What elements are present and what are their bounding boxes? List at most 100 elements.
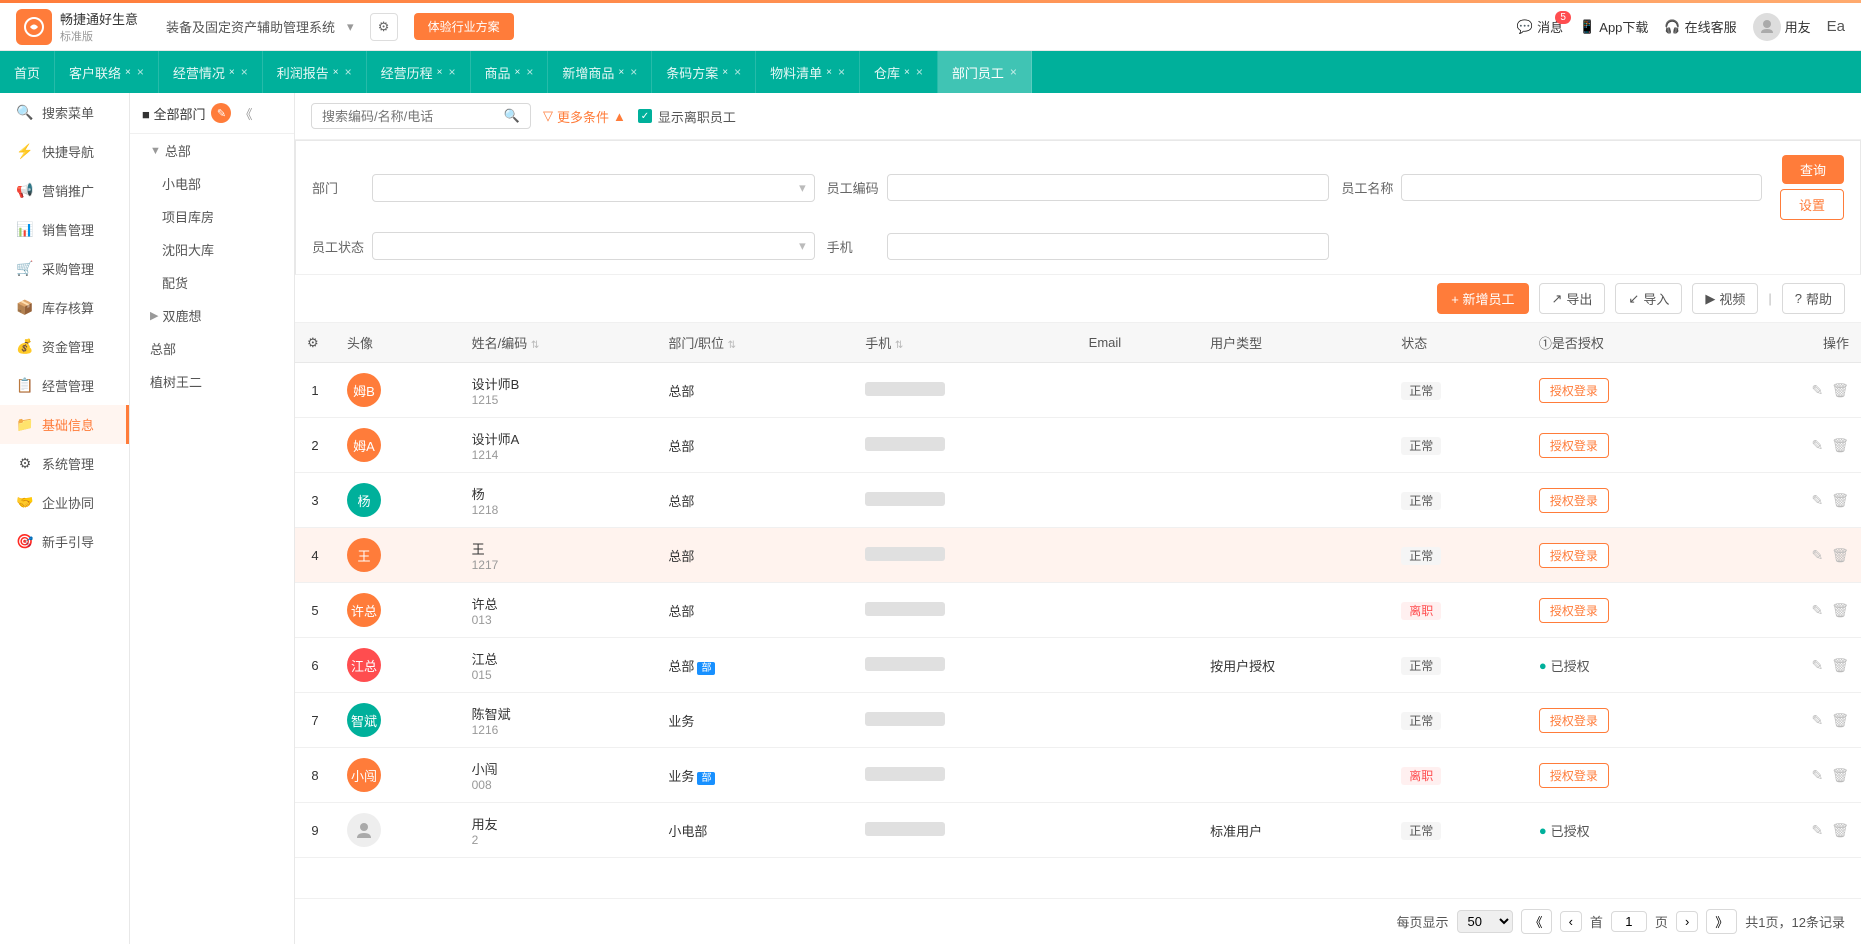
sidebar-item-企业协同[interactable]: 🤝企业协同 bbox=[0, 483, 129, 522]
query-btn[interactable]: 查询 bbox=[1782, 155, 1844, 184]
edit-btn[interactable]: ✎ bbox=[1811, 657, 1823, 674]
authorize-btn[interactable]: 授权登录 bbox=[1539, 488, 1609, 513]
nav-item-条码方案[interactable]: 条码方案 × × bbox=[652, 51, 756, 93]
sidebar-item-资金管理[interactable]: 💰资金管理 bbox=[0, 327, 129, 366]
delete-btn[interactable]: 🗑 bbox=[1831, 437, 1849, 454]
per-page-select[interactable]: 50 100 bbox=[1457, 910, 1513, 933]
first-page-btn[interactable]: 《 bbox=[1521, 909, 1552, 934]
edit-btn[interactable]: ✎ bbox=[1811, 822, 1823, 839]
edit-btn[interactable]: ✎ bbox=[1811, 712, 1823, 729]
dept-tree-item-shenyang[interactable]: 沈阳大库 bbox=[130, 233, 294, 266]
view-btn[interactable]: ▶ 视频 bbox=[1692, 283, 1758, 314]
delete-btn[interactable]: 🗑 bbox=[1831, 602, 1849, 619]
delete-btn[interactable]: 🗑 bbox=[1831, 492, 1849, 509]
edit-btn[interactable]: ✎ bbox=[1811, 492, 1823, 509]
edit-btn[interactable]: ✎ bbox=[1811, 767, 1823, 784]
import-btn[interactable]: ↙ 导入 bbox=[1615, 283, 1682, 314]
search-input[interactable] bbox=[322, 109, 498, 124]
show-resigned-checkbox[interactable]: ✓ bbox=[638, 109, 652, 123]
sidebar-item-新手引导[interactable]: 🎯新手引导 bbox=[0, 522, 129, 561]
nav-close-btn[interactable]: × bbox=[916, 65, 923, 79]
authorize-btn[interactable]: 授权登录 bbox=[1539, 598, 1609, 623]
prev-page-btn[interactable]: ‹ bbox=[1560, 911, 1582, 932]
sidebar-item-搜索菜单[interactable]: 🔍搜索菜单 bbox=[0, 93, 129, 132]
system-title-arrow[interactable]: ▾ bbox=[347, 19, 354, 35]
col-settings[interactable]: ⚙ bbox=[295, 323, 335, 363]
delete-btn[interactable]: 🗑 bbox=[1831, 547, 1849, 564]
nav-close-btn[interactable]: × bbox=[526, 65, 533, 79]
page-number-input[interactable] bbox=[1611, 911, 1647, 932]
filter-empstatus-select[interactable]: ▾ bbox=[372, 232, 815, 260]
nav-close-btn[interactable]: × bbox=[137, 65, 144, 79]
edit-btn[interactable]: ✎ bbox=[1811, 382, 1823, 399]
sidebar-item-销售管理[interactable]: 📊销售管理 bbox=[0, 210, 129, 249]
search-input-wrap[interactable]: 🔍 bbox=[311, 103, 531, 129]
next-page-btn[interactable]: › bbox=[1676, 911, 1698, 932]
online-service-btn[interactable]: 🎧 在线客服 bbox=[1664, 17, 1736, 36]
nav-item-部门员工[interactable]: 部门员工 × bbox=[938, 51, 1032, 93]
authorize-btn[interactable]: 授权登录 bbox=[1539, 433, 1609, 458]
nav-item-新增商品[interactable]: 新增商品 × × bbox=[548, 51, 652, 93]
nav-item-仓库[interactable]: 仓库 × × bbox=[860, 51, 938, 93]
nav-close-btn[interactable]: × bbox=[838, 65, 845, 79]
export-btn[interactable]: ↗ 导出 bbox=[1539, 283, 1606, 314]
dept-tree-item-zongbu-parent[interactable]: ▼ 总部 bbox=[130, 134, 294, 167]
app-download-btn[interactable]: 📱 App下载 bbox=[1579, 17, 1648, 36]
sidebar-item-基础信息[interactable]: 📁基础信息 bbox=[0, 405, 129, 444]
dept-edit-btn[interactable]: ✎ bbox=[211, 103, 231, 123]
authorize-btn[interactable]: 授权登录 bbox=[1539, 378, 1609, 403]
nav-close-btn[interactable]: × bbox=[1010, 65, 1017, 79]
col-name-code[interactable]: 姓名/编码 ⇅ bbox=[460, 323, 657, 363]
nav-item-经营历程[interactable]: 经营历程 × × bbox=[367, 51, 471, 93]
dept-tree-item-shuanglu[interactable]: ▶ 双鹿想 bbox=[130, 299, 294, 332]
settings-icon[interactable]: ⚙ bbox=[370, 13, 398, 41]
nav-close-btn[interactable]: × bbox=[345, 65, 352, 79]
filter-dept-select[interactable]: ▾ bbox=[372, 174, 815, 202]
filter-phone-input[interactable] bbox=[887, 233, 1330, 260]
dept-tree-item-zhishu[interactable]: 植树王二 bbox=[130, 365, 294, 398]
sidebar-item-经营管理[interactable]: 📋经营管理 bbox=[0, 366, 129, 405]
add-employee-btn[interactable]: + 新增员工 bbox=[1437, 283, 1528, 314]
sidebar-item-快捷导航[interactable]: ⚡快捷导航 bbox=[0, 132, 129, 171]
filter-empname-input[interactable] bbox=[1401, 174, 1762, 201]
nav-item-首页[interactable]: 首页 bbox=[0, 51, 55, 93]
show-resigned-wrap[interactable]: ✓ 显示离职员工 bbox=[638, 107, 736, 126]
dept-tree-item-zongbu2[interactable]: 总部 bbox=[130, 332, 294, 365]
nav-item-经营情况[interactable]: 经营情况 × × bbox=[159, 51, 263, 93]
dept-tree-item-peihuo[interactable]: 配货 bbox=[130, 266, 294, 299]
col-dept[interactable]: 部门/职位 ⇅ bbox=[656, 323, 853, 363]
nav-close-btn[interactable]: × bbox=[241, 65, 248, 79]
sidebar-item-库存核算[interactable]: 📦库存核算 bbox=[0, 288, 129, 327]
nav-item-商品[interactable]: 商品 × × bbox=[471, 51, 549, 93]
dept-tree-item-xiaodianbu[interactable]: 小电部 bbox=[130, 167, 294, 200]
edit-btn[interactable]: ✎ bbox=[1811, 437, 1823, 454]
filter-empcode-input[interactable] bbox=[887, 174, 1330, 201]
nav-close-btn[interactable]: × bbox=[734, 65, 741, 79]
authorize-btn[interactable]: 授权登录 bbox=[1539, 763, 1609, 788]
delete-btn[interactable]: 🗑 bbox=[1831, 822, 1849, 839]
user-menu[interactable]: 用友 bbox=[1753, 13, 1811, 41]
trial-btn[interactable]: 体验行业方案 bbox=[414, 13, 514, 40]
nav-item-利润报告[interactable]: 利润报告 × × bbox=[263, 51, 367, 93]
help-btn[interactable]: ? 帮助 bbox=[1782, 283, 1845, 314]
delete-btn[interactable]: 🗑 bbox=[1831, 767, 1849, 784]
edit-btn[interactable]: ✎ bbox=[1811, 602, 1823, 619]
dept-collapse-btn[interactable]: 《 bbox=[239, 104, 252, 123]
sidebar-item-采购管理[interactable]: 🛒采购管理 bbox=[0, 249, 129, 288]
more-filter-btn[interactable]: ▽ 更多条件 ▲ bbox=[543, 107, 626, 126]
nav-close-btn[interactable]: × bbox=[630, 65, 637, 79]
dept-tree-item-xiangmu[interactable]: 项目库房 bbox=[130, 200, 294, 233]
authorize-btn[interactable]: 授权登录 bbox=[1539, 708, 1609, 733]
authorize-btn[interactable]: 授权登录 bbox=[1539, 543, 1609, 568]
sidebar-item-营销推广[interactable]: 📢营销推广 bbox=[0, 171, 129, 210]
delete-btn[interactable]: 🗑 bbox=[1831, 657, 1849, 674]
last-page-btn[interactable]: 》 bbox=[1706, 909, 1737, 934]
col-phone[interactable]: 手机 ⇅ bbox=[853, 323, 1076, 363]
delete-btn[interactable]: 🗑 bbox=[1831, 712, 1849, 729]
message-btn[interactable]: 💬 消息 5 bbox=[1517, 17, 1563, 36]
nav-item-物料清单[interactable]: 物料清单 × × bbox=[756, 51, 860, 93]
nav-close-btn[interactable]: × bbox=[449, 65, 456, 79]
sidebar-item-系统管理[interactable]: ⚙系统管理 bbox=[0, 444, 129, 483]
nav-item-客户联络[interactable]: 客户联络 × × bbox=[55, 51, 159, 93]
edit-btn[interactable]: ✎ bbox=[1811, 547, 1823, 564]
